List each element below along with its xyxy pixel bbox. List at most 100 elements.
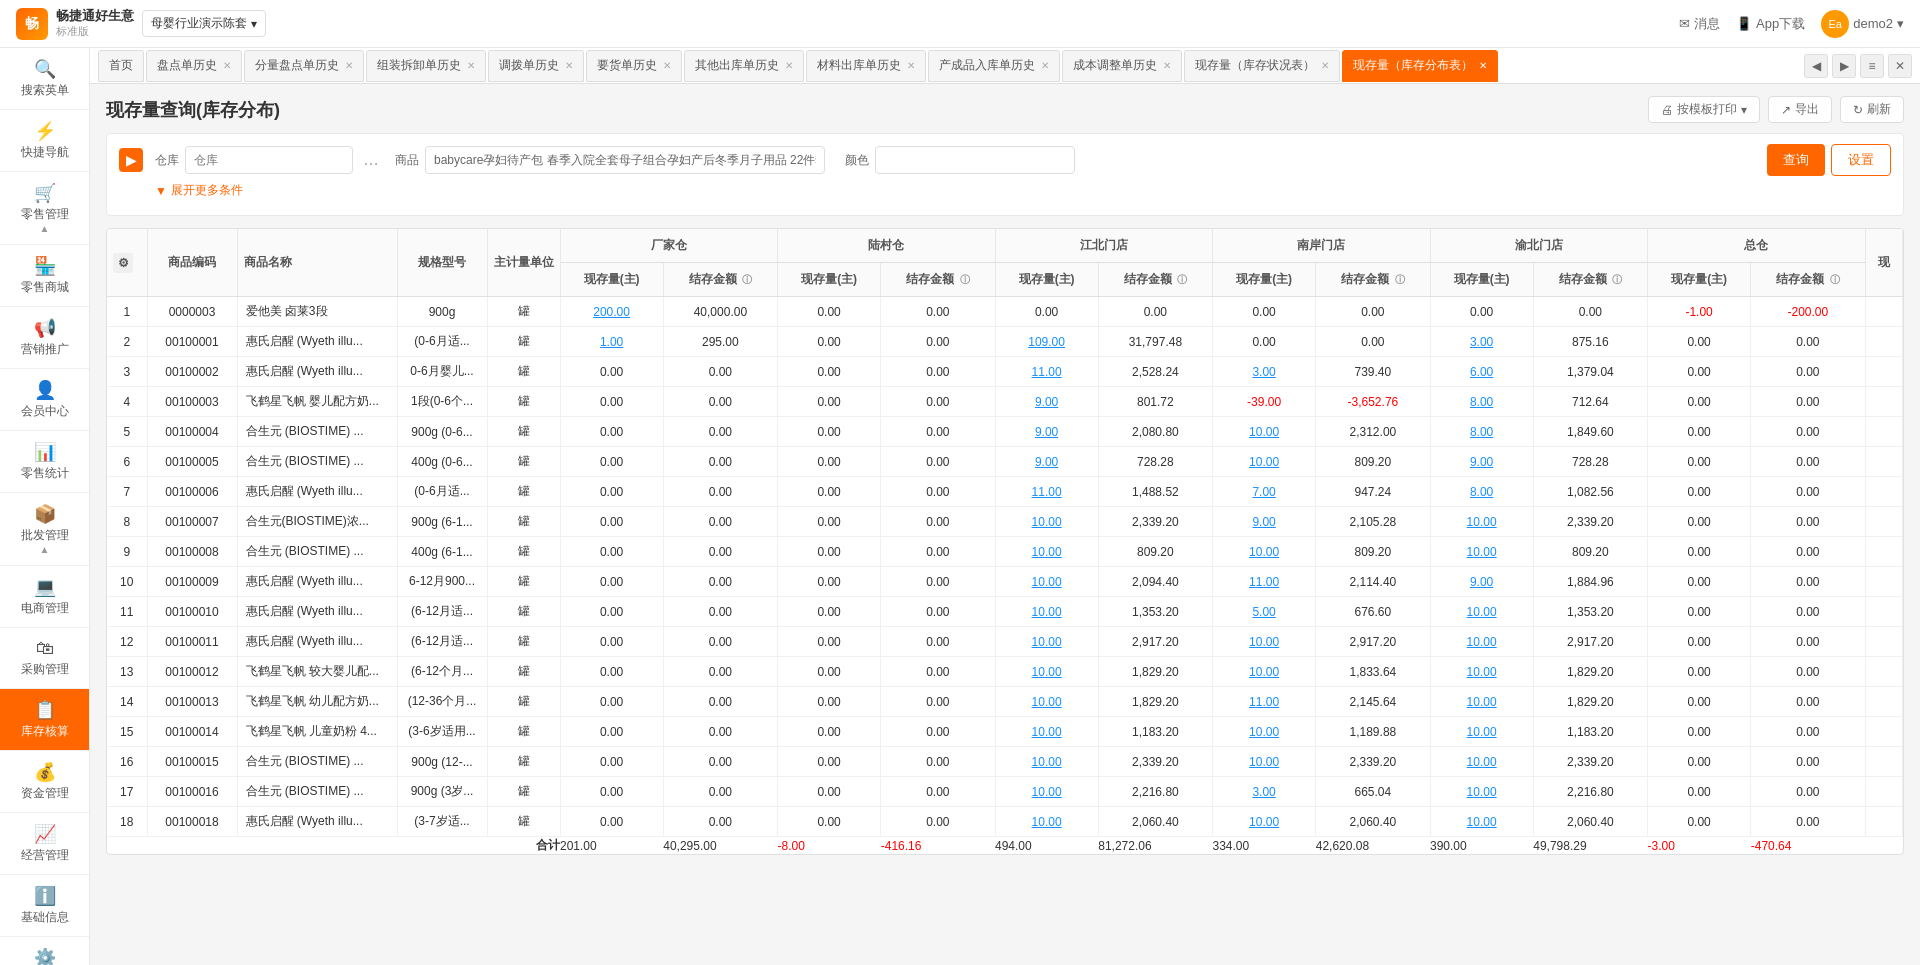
sidebar-item-5[interactable]: 👤会员中心 [0,369,89,431]
row-unit: 罐 [487,567,560,597]
col-yubeimen-header: 渝北门店 [1430,229,1648,263]
tab-close-10[interactable]: ✕ [1321,60,1329,71]
row-yubeimen-amt: 2,339.20 [1533,747,1647,777]
sidebar-item-12[interactable]: 📈经营管理 [0,813,89,875]
row-factory-qty: 200.00 [560,297,663,327]
row-yubeimen-qty: 3.00 [1430,327,1533,357]
row-luchen-amt: 0.00 [881,747,995,777]
row-luchen-amt: 0.00 [881,597,995,627]
tab-3[interactable]: 组装拆卸单历史✕ [366,50,486,82]
tab-close-9[interactable]: ✕ [1163,60,1171,71]
row-nanan-qty: 10.00 [1213,447,1316,477]
search-btn[interactable]: 查询 [1767,144,1825,176]
refresh-btn[interactable]: ↻ 刷新 [1840,96,1904,123]
row-luchen-amt: 0.00 [881,327,995,357]
row-unit: 罐 [487,627,560,657]
table-row: 15 00100014 飞鹤星飞帆 儿童奶粉 4... (3-6岁适用... 罐… [107,717,1903,747]
print-btn[interactable]: 🖨 按模板打印 ▾ [1648,96,1760,123]
tab-close-3[interactable]: ✕ [467,60,475,71]
tabs-menu-btn[interactable]: ≡ [1860,54,1884,78]
tab-9[interactable]: 成本调整单历史✕ [1062,50,1182,82]
row-luchen-amt: 0.00 [881,777,995,807]
warehouse-input[interactable] [185,146,353,174]
jiangbei-amt-header: 结存金额 ⓘ [1098,263,1212,297]
tab-6[interactable]: 其他出库单历史✕ [684,50,804,82]
tab-4[interactable]: 调拨单历史✕ [488,50,584,82]
tab-11[interactable]: 现存量（库存分布表）✕ [1342,50,1498,82]
tab-close-8[interactable]: ✕ [1041,60,1049,71]
org-selector[interactable]: 母婴行业演示陈套 ▾ [142,10,266,37]
tab-5[interactable]: 要货单历史✕ [586,50,682,82]
tabs-close-btn[interactable]: ✕ [1888,54,1912,78]
message-btn[interactable]: ✉ 消息 [1679,15,1720,33]
tab-10[interactable]: 现存量（库存状况表）✕ [1184,50,1340,82]
tab-label-2: 分量盘点单历史 [255,57,339,74]
refresh-label: 刷新 [1867,101,1891,118]
row-jiangbei-qty: 10.00 [995,537,1098,567]
row-unit: 罐 [487,387,560,417]
sidebar-item-2[interactable]: 🛒零售管理▲ [0,172,89,245]
tab-0[interactable]: 首页 [98,50,144,82]
sidebar-item-13[interactable]: ℹ️基础信息 [0,875,89,937]
sidebar-item-0[interactable]: 🔍搜索英单 [0,48,89,110]
sidebar-item-14[interactable]: ⚙️系统管理 [0,937,89,965]
sidebar-item-9[interactable]: 🛍采购管理 [0,628,89,689]
yubeimen-amt-header: 结存金额 ⓘ [1533,263,1647,297]
tabs-prev-btn[interactable]: ◀ [1804,54,1828,78]
print-icon: 🖨 [1661,103,1673,117]
sidebar-item-8[interactable]: 💻电商管理 [0,566,89,628]
row-total-qty: 0.00 [1648,747,1751,777]
row-factory-amt: 0.00 [663,807,777,837]
row-spec: (3-6岁适用... [397,717,487,747]
row-seq: 17 [107,777,147,807]
product-input[interactable] [425,146,825,174]
sum-current [1865,837,1903,855]
sidebar-item-7[interactable]: 📦批发管理▲ [0,493,89,566]
row-code: 00100013 [147,687,237,717]
sum-luchen-qty: -8.00 [778,837,881,855]
row-luchen-amt: 0.00 [881,387,995,417]
tab-close-4[interactable]: ✕ [565,60,573,71]
row-total-amt: 0.00 [1751,717,1865,747]
user-area[interactable]: Ea demo2 ▾ [1821,10,1904,38]
settings-icon[interactable]: ⚙ [113,253,133,273]
row-name: 飞鹤星飞帆 儿童奶粉 4... [237,717,397,747]
row-code: 0000003 [147,297,237,327]
tab-1[interactable]: 盘点单历史✕ [146,50,242,82]
tab-close-6[interactable]: ✕ [785,60,793,71]
tab-close-1[interactable]: ✕ [223,60,231,71]
sidebar-item-4[interactable]: 📢营销推广 [0,307,89,369]
app-download-btn[interactable]: 📱 App下载 [1736,15,1805,33]
sidebar-item-10[interactable]: 📋库存核算 [0,689,89,751]
top-bar: 畅 畅捷通好生意 标准版 母婴行业演示陈套 ▾ ✉ 消息 📱 App下载 Ea … [0,0,1920,48]
product-field: 商品 [395,146,825,174]
tab-2[interactable]: 分量盘点单历史 ✕ [244,50,364,82]
warehouse-dots-btn[interactable]: … [359,151,383,169]
row-spec: (6-12月适... [397,597,487,627]
tab-close-5[interactable]: ✕ [663,60,671,71]
tab-close-7[interactable]: ✕ [907,60,915,71]
row-yubeimen-amt: 1,183.20 [1533,717,1647,747]
sidebar-item-1[interactable]: ⚡快捷导航 [0,110,89,172]
col-jiangbei-header: 江北门店 [995,229,1213,263]
row-code: 00100001 [147,327,237,357]
tab-close-11[interactable]: ✕ [1479,60,1487,71]
row-name: 合生元 (BIOSTIME) ... [237,537,397,567]
tab-7[interactable]: 材料出库单历史✕ [806,50,926,82]
tab-close-2[interactable]: ✕ [345,60,353,71]
tabs-next-btn[interactable]: ▶ [1832,54,1856,78]
tab-8[interactable]: 产成品入库单历史✕ [928,50,1060,82]
row-nanan-qty: 0.00 [1213,327,1316,357]
sidebar-item-3[interactable]: 🏪零售商城 [0,245,89,307]
sidebar-label-8: 电商管理 [21,600,69,617]
color-input[interactable] [875,146,1075,174]
org-name: 母婴行业演示陈套 [151,15,247,32]
sidebar-item-11[interactable]: 💰资金管理 [0,751,89,813]
export-btn[interactable]: ↗ 导出 [1768,96,1832,123]
row-jiangbei-qty: 9.00 [995,417,1098,447]
sidebar-item-6[interactable]: 📊零售统计 [0,431,89,493]
toggle-arrow[interactable]: ▶ [119,148,143,172]
expand-btn[interactable]: ▼ 展开更多条件 [155,182,243,199]
row-unit: 罐 [487,537,560,567]
setting-btn[interactable]: 设置 [1831,144,1891,176]
